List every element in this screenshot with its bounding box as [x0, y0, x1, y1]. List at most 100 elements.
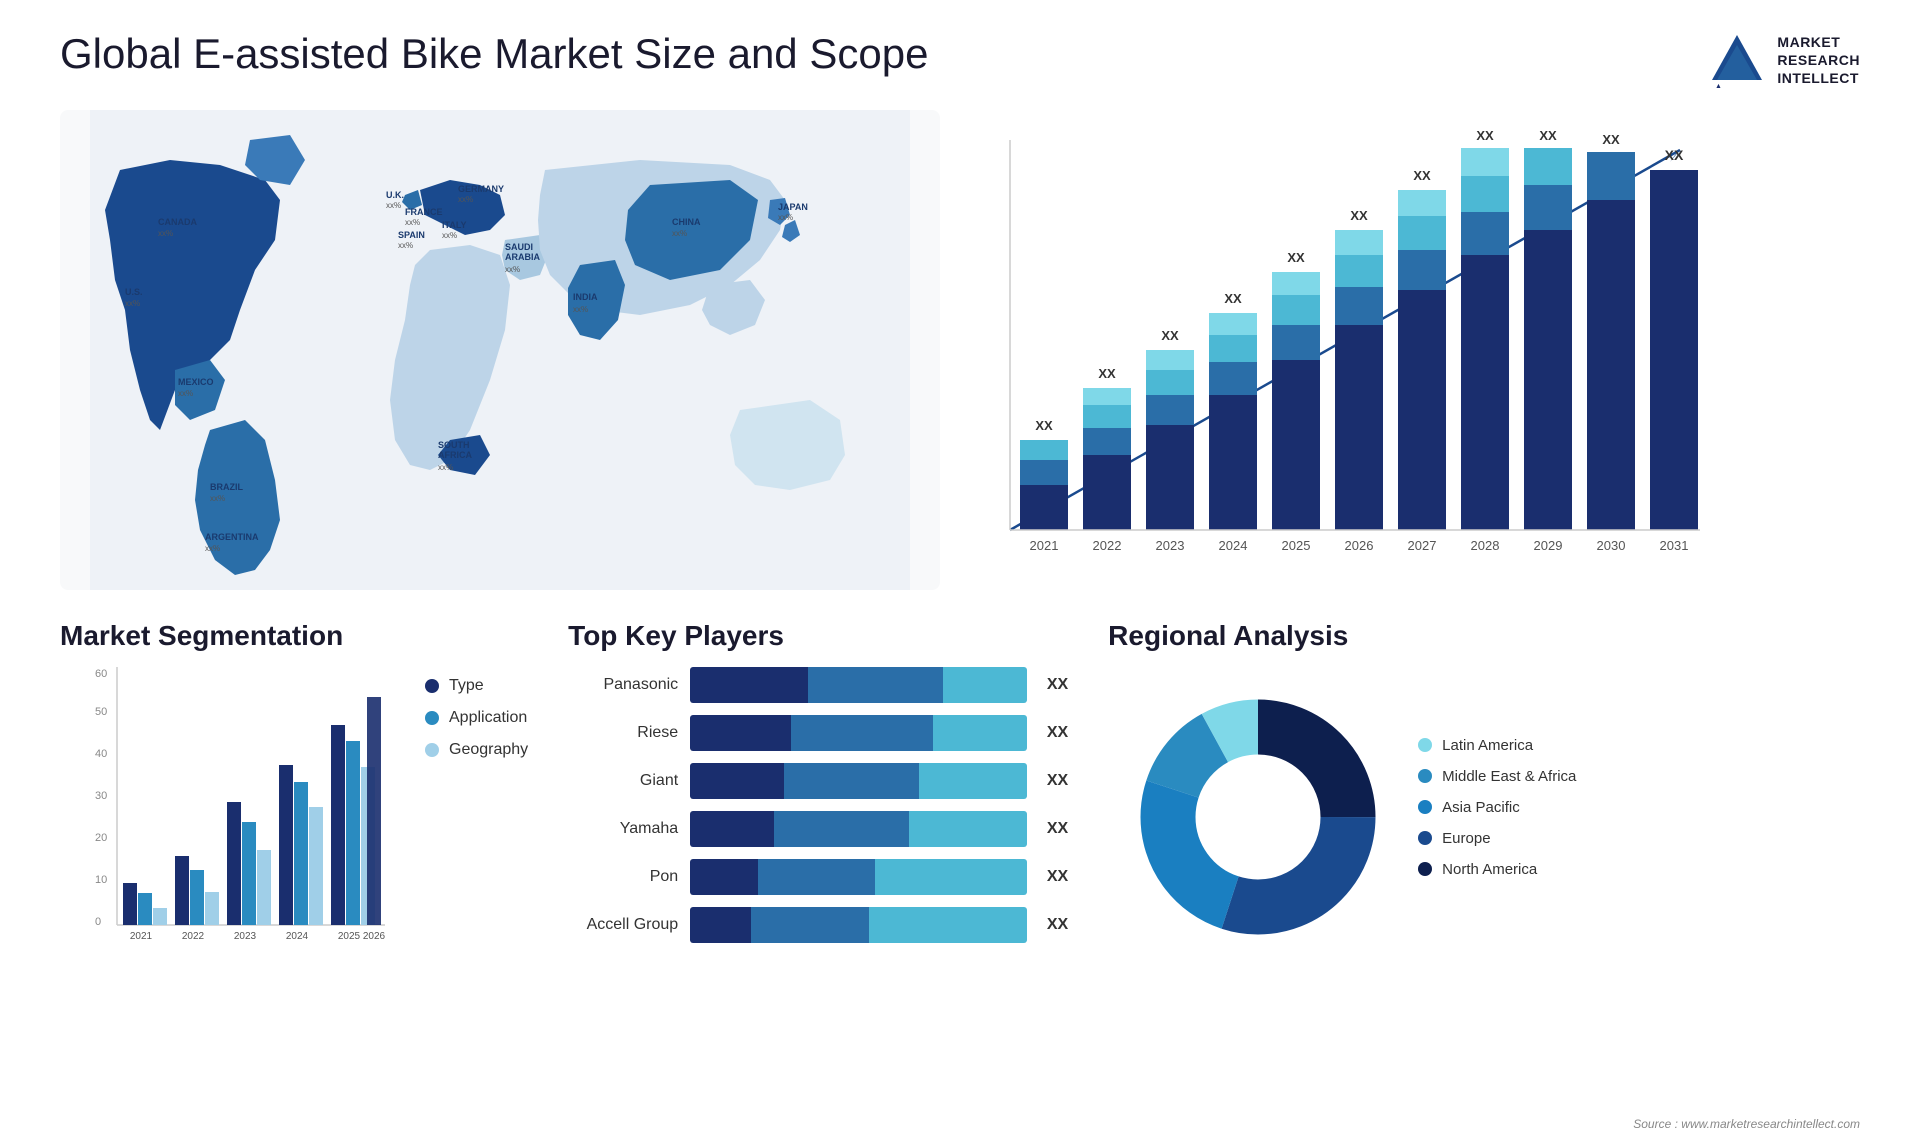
svg-text:SAUDI: SAUDI — [505, 242, 533, 252]
page-title: Global E-assisted Bike Market Size and S… — [60, 30, 928, 78]
player-name-yamaha: Yamaha — [568, 820, 678, 838]
regional-content: Latin America Middle East & Africa Asia … — [1108, 667, 1860, 947]
svg-text:2026: 2026 — [1345, 538, 1374, 553]
legend-label-type: Type — [449, 677, 484, 695]
key-players-section: Top Key Players Panasonic XX Riese — [568, 620, 1068, 1100]
player-row-accell: Accell Group XX — [568, 907, 1068, 943]
svg-text:2021: 2021 — [130, 931, 153, 942]
legend-asia-pacific: Asia Pacific — [1418, 799, 1576, 816]
legend-label-middle-east: Middle East & Africa — [1442, 768, 1576, 785]
svg-text:U.S.: U.S. — [125, 287, 143, 297]
svg-text:xx%: xx% — [158, 229, 173, 238]
legend-label-geography: Geography — [449, 741, 528, 759]
legend-label-asia-pacific: Asia Pacific — [1442, 799, 1520, 816]
svg-text:40: 40 — [95, 748, 107, 760]
legend-latin-america: Latin America — [1418, 737, 1576, 754]
logo: ▲ MARKET RESEARCH INTELLECT — [1707, 30, 1860, 90]
regional-legend: Latin America Middle East & Africa Asia … — [1418, 737, 1576, 878]
svg-text:XX: XX — [1224, 291, 1242, 306]
svg-text:xx%: xx% — [386, 201, 401, 210]
legend-middle-east: Middle East & Africa — [1418, 768, 1576, 785]
svg-text:10: 10 — [95, 874, 107, 886]
svg-text:2025: 2025 — [1282, 538, 1311, 553]
svg-text:U.K.: U.K. — [386, 190, 404, 200]
donut-svg — [1108, 667, 1408, 967]
svg-text:SOUTH: SOUTH — [438, 440, 470, 450]
player-name-riese: Riese — [568, 724, 678, 742]
svg-text:XX: XX — [1350, 208, 1368, 223]
svg-text:XX: XX — [1665, 147, 1684, 163]
growth-chart-container: XX 2021 XX 2022 XX 2023 — [980, 110, 1860, 590]
svg-text:2024: 2024 — [286, 931, 309, 942]
legend-item-type: Type — [425, 677, 528, 695]
svg-text:2028: 2028 — [1471, 538, 1500, 553]
svg-text:2022: 2022 — [1093, 538, 1122, 553]
svg-text:XX: XX — [1035, 418, 1053, 433]
svg-text:2022: 2022 — [182, 931, 205, 942]
regional-title: Regional Analysis — [1108, 620, 1860, 652]
svg-text:2026: 2026 — [363, 931, 386, 942]
player-value-yamaha: XX — [1047, 820, 1068, 838]
svg-text:FRANCE: FRANCE — [405, 207, 443, 217]
svg-text:XX: XX — [1602, 132, 1620, 147]
svg-text:20: 20 — [95, 832, 107, 844]
svg-text:XX: XX — [1161, 328, 1179, 343]
svg-text:ARABIA: ARABIA — [505, 252, 540, 262]
svg-text:2029: 2029 — [1534, 538, 1563, 553]
svg-text:xx%: xx% — [178, 389, 193, 398]
player-bar-yamaha — [690, 811, 1027, 847]
svg-text:xx%: xx% — [398, 241, 413, 250]
segmentation-title: Market Segmentation — [60, 620, 528, 652]
header: Global E-assisted Bike Market Size and S… — [60, 30, 1860, 90]
legend-north-america: North America — [1418, 861, 1576, 878]
svg-text:XX: XX — [1098, 366, 1116, 381]
segmentation-legend: Type Application Geography — [425, 677, 528, 759]
legend-label-application: Application — [449, 709, 527, 727]
player-bar-panasonic — [690, 667, 1027, 703]
player-bar-accell — [690, 907, 1027, 943]
svg-text:CANADA: CANADA — [158, 217, 197, 227]
svg-text:xx%: xx% — [672, 229, 687, 238]
player-value-riese: XX — [1047, 724, 1068, 742]
asia-pacific-dot — [1418, 800, 1432, 814]
svg-text:60: 60 — [95, 668, 107, 680]
legend-label-europe: Europe — [1442, 830, 1490, 847]
player-value-accell: XX — [1047, 916, 1068, 934]
player-row-giant: Giant XX — [568, 763, 1068, 799]
segmentation-svg: 0 10 20 30 40 50 60 202 — [95, 667, 395, 967]
svg-text:2030: 2030 — [1597, 538, 1626, 553]
logo-icon: ▲ — [1707, 30, 1767, 90]
svg-text:XX: XX — [1476, 130, 1494, 143]
player-value-panasonic: XX — [1047, 676, 1068, 694]
svg-text:xx%: xx% — [405, 218, 420, 227]
top-section: CANADA xx% U.S. xx% MEXICO xx% BRAZIL xx… — [60, 110, 1860, 590]
svg-text:xx%: xx% — [458, 195, 473, 204]
svg-text:30: 30 — [95, 790, 107, 802]
page: Global E-assisted Bike Market Size and S… — [0, 0, 1920, 1146]
player-name-giant: Giant — [568, 772, 678, 790]
svg-text:xx%: xx% — [210, 494, 225, 503]
svg-text:▲: ▲ — [1715, 83, 1722, 90]
player-value-pon: XX — [1047, 868, 1068, 886]
svg-text:xx%: xx% — [205, 544, 220, 553]
svg-text:2024: 2024 — [1219, 538, 1248, 553]
svg-text:ARGENTINA: ARGENTINA — [205, 532, 259, 542]
player-row-panasonic: Panasonic XX — [568, 667, 1068, 703]
svg-text:GERMANY: GERMANY — [458, 184, 504, 194]
segmentation-chart-area: 0 10 20 30 40 50 60 202 — [60, 667, 528, 972]
svg-text:INDIA: INDIA — [573, 292, 598, 302]
world-map-container: CANADA xx% U.S. xx% MEXICO xx% BRAZIL xx… — [60, 110, 940, 590]
svg-text:JAPAN: JAPAN — [778, 202, 808, 212]
bottom-section: Market Segmentation 0 10 20 30 40 50 60 — [60, 620, 1860, 1100]
svg-text:xx%: xx% — [505, 265, 520, 274]
player-bar-riese — [690, 715, 1027, 751]
logo-text: MARKET RESEARCH INTELLECT — [1777, 33, 1860, 88]
svg-text:BRAZIL: BRAZIL — [210, 482, 243, 492]
growth-chart-svg: XX 2021 XX 2022 XX 2023 — [980, 130, 1700, 590]
north-america-dot — [1418, 862, 1432, 876]
svg-text:xx%: xx% — [778, 213, 793, 222]
legend-europe: Europe — [1418, 830, 1576, 847]
svg-text:50: 50 — [95, 706, 107, 718]
svg-text:2027: 2027 — [1408, 538, 1437, 553]
middle-east-dot — [1418, 769, 1432, 783]
